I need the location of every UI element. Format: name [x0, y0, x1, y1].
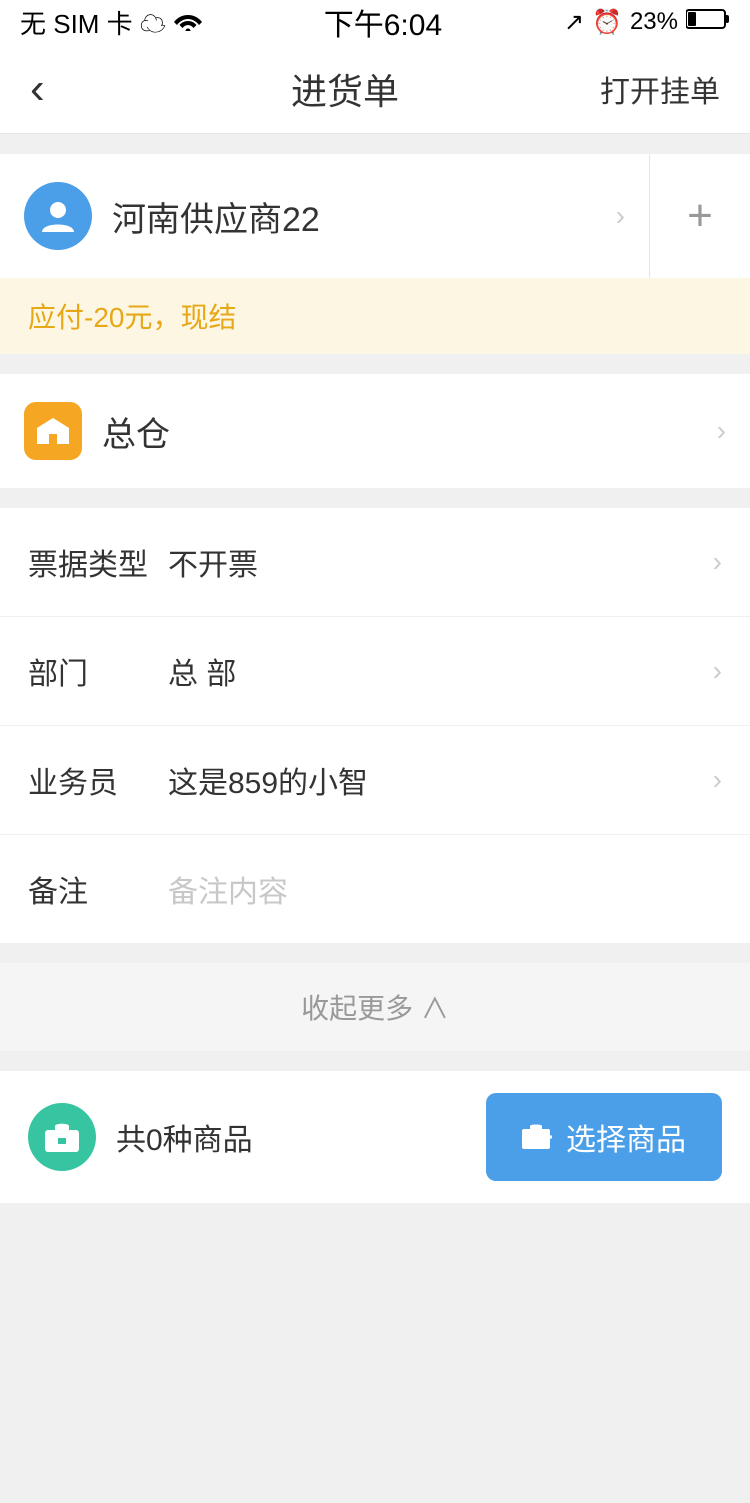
wifi-icon	[174, 7, 202, 38]
page-title: 进货单	[291, 63, 399, 115]
product-count-label: 共0种商品	[116, 1115, 466, 1159]
invoice-type-label: 票据类型	[28, 540, 168, 584]
supplier-chevron-icon: ›	[616, 200, 625, 232]
remark-label: 备注	[28, 867, 168, 911]
supplier-section: 河南供应商22 › +	[0, 154, 750, 278]
invoice-type-chevron-icon: ›	[713, 546, 722, 578]
battery-icon	[686, 8, 730, 37]
salesperson-value: 这是859的小智	[168, 758, 703, 802]
department-row[interactable]: 部门 总 部 ›	[0, 617, 750, 726]
location-icon: ↗	[564, 8, 584, 37]
supplier-selector[interactable]: 河南供应商22 ›	[0, 154, 650, 278]
collapse-button[interactable]: 收起更多 ∧	[0, 963, 750, 1051]
alarm-icon: ⏰	[592, 8, 622, 37]
status-left: 无 SIM 卡 ☁	[20, 4, 202, 41]
select-product-button[interactable]: 选择商品	[486, 1093, 722, 1181]
department-chevron-icon: ›	[713, 655, 722, 687]
invoice-type-value: 不开票	[168, 540, 703, 584]
form-section: 票据类型 不开票 › 部门 总 部 › 业务员 这是859的小智 › 备注 备注…	[0, 508, 750, 943]
remark-row[interactable]: 备注 备注内容	[0, 835, 750, 943]
warehouse-icon	[24, 402, 82, 460]
add-supplier-button[interactable]: +	[650, 191, 750, 241]
status-right: ↗ ⏰ 23%	[564, 8, 730, 37]
battery-label: 23%	[630, 8, 678, 36]
notice-banner: 应付-20元，现结	[0, 278, 750, 354]
invoice-type-row[interactable]: 票据类型 不开票 ›	[0, 508, 750, 617]
back-button[interactable]: ‹	[30, 64, 90, 114]
warehouse-selector[interactable]: 总仓 ›	[0, 374, 750, 488]
divider-1	[0, 134, 750, 154]
product-count-icon	[28, 1103, 96, 1171]
select-product-label: 选择商品	[566, 1115, 686, 1159]
remark-input[interactable]: 备注内容	[168, 867, 722, 911]
salesperson-chevron-icon: ›	[713, 764, 722, 796]
sim-label: 无 SIM 卡 ☁	[20, 4, 166, 41]
department-value: 总 部	[168, 649, 703, 693]
salesperson-row[interactable]: 业务员 这是859的小智 ›	[0, 726, 750, 835]
status-time: 下午6:04	[324, 0, 442, 44]
nav-bar: ‹ 进货单 打开挂单	[0, 44, 750, 134]
warehouse-name: 总仓	[102, 407, 707, 456]
open-pending-button[interactable]: 打开挂单	[600, 67, 720, 111]
warehouse-section: 总仓 ›	[0, 374, 750, 488]
bottom-bar: 共0种商品 选择商品	[0, 1071, 750, 1203]
salesperson-label: 业务员	[28, 758, 168, 802]
status-bar: 无 SIM 卡 ☁ 下午6:04 ↗ ⏰ 23%	[0, 0, 750, 44]
supplier-name: 河南供应商22	[112, 192, 606, 241]
page-background	[0, 1203, 750, 1503]
department-label: 部门	[28, 649, 168, 693]
warehouse-chevron-icon: ›	[717, 415, 726, 447]
supplier-avatar	[24, 182, 92, 250]
